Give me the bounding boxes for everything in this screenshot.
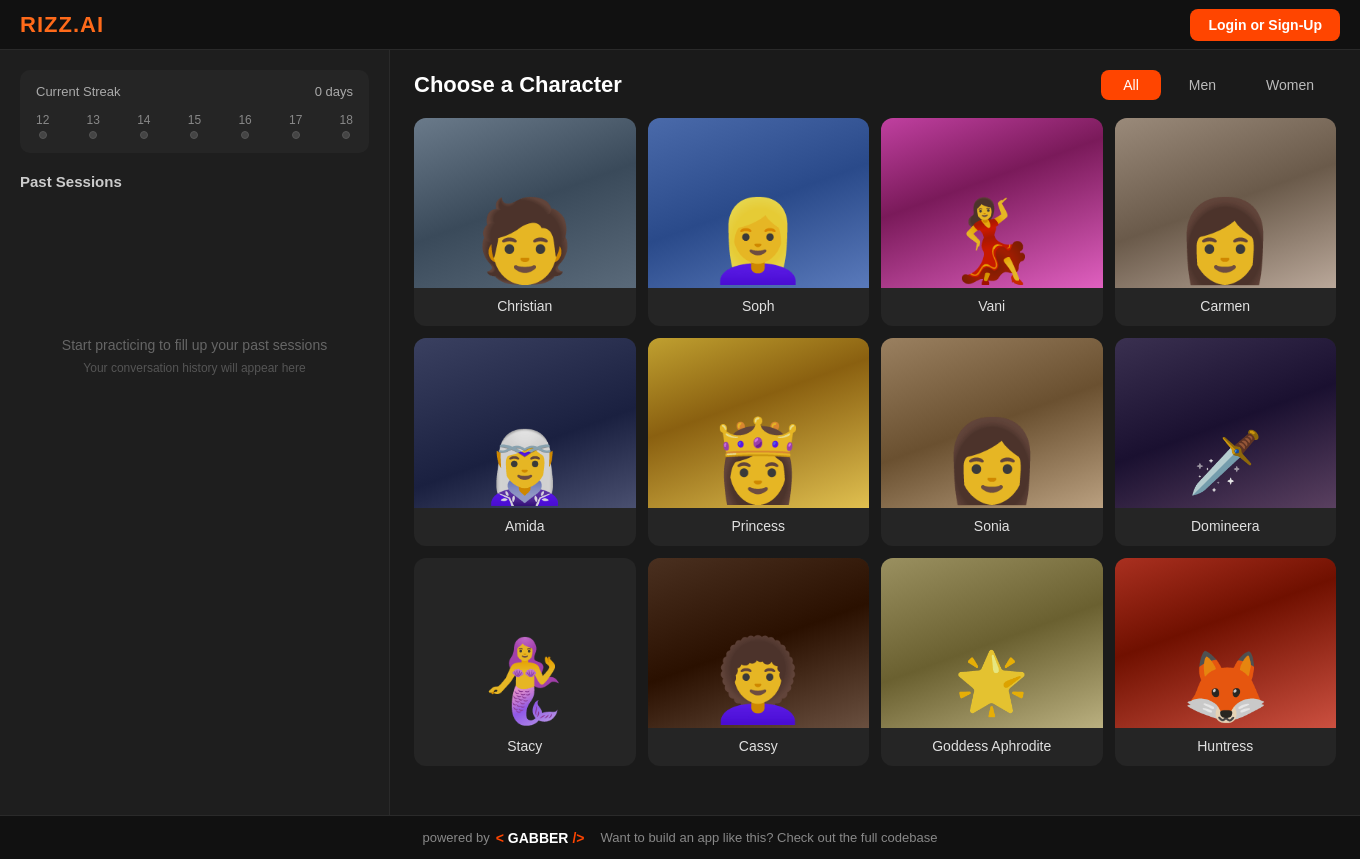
streak-dot [292, 131, 300, 139]
streak-day-number: 12 [36, 113, 49, 127]
character-card-amida[interactable]: 🧝‍♀️ Amida [414, 338, 636, 546]
streak-day: 12 [36, 113, 49, 139]
character-name-soph: Soph [648, 288, 870, 326]
character-name-sonia: Sonia [881, 508, 1103, 546]
streak-dot [342, 131, 350, 139]
character-name-carmen: Carmen [1115, 288, 1337, 326]
past-sessions-empty: Start practicing to fill up your past se… [20, 206, 369, 506]
main-layout: Current Streak 0 days 12 13 14 15 16 17 … [0, 50, 1360, 815]
past-sessions-empty-main: Start practicing to fill up your past se… [62, 337, 327, 353]
page-title: Choose a Character [414, 72, 622, 98]
filter-tab-men[interactable]: Men [1167, 70, 1238, 100]
character-image-domineera: 🗡️ [1115, 338, 1337, 508]
streak-dot [190, 131, 198, 139]
streak-day: 17 [289, 113, 302, 139]
streak-day-number: 13 [87, 113, 100, 127]
character-card-goddess-aphrodite[interactable]: 🌟 Goddess Aphrodite [881, 558, 1103, 766]
codebase-link[interactable]: Want to build an app like this? Check ou… [600, 830, 937, 845]
footer: powered by < GABBER /> Want to build an … [0, 815, 1360, 859]
streak-day-number: 18 [340, 113, 353, 127]
gabber-logo: < GABBER /> [496, 830, 585, 846]
streak-dot [241, 131, 249, 139]
streak-day-number: 15 [188, 113, 201, 127]
streak-day-number: 17 [289, 113, 302, 127]
streak-day-number: 16 [238, 113, 251, 127]
footer-powered: powered by < GABBER /> [423, 830, 585, 846]
character-image-sonia: 👩 [881, 338, 1103, 508]
character-name-stacy: Stacy [414, 728, 636, 766]
streak-header: Current Streak 0 days [36, 84, 353, 99]
filter-tab-all[interactable]: All [1101, 70, 1161, 100]
character-name-vani: Vani [881, 288, 1103, 326]
streak-day: 14 [137, 113, 150, 139]
character-name-christian: Christian [414, 288, 636, 326]
character-card-sonia[interactable]: 👩 Sonia [881, 338, 1103, 546]
filter-tab-women[interactable]: Women [1244, 70, 1336, 100]
character-name-amida: Amida [414, 508, 636, 546]
header: RIZZ.AI Login or Sign-Up [0, 0, 1360, 50]
streak-day: 15 [188, 113, 201, 139]
character-name-princess: Princess [648, 508, 870, 546]
character-card-princess[interactable]: 👸 Princess [648, 338, 870, 546]
streak-day: 18 [340, 113, 353, 139]
past-sessions: Past Sessions Start practicing to fill u… [20, 173, 369, 795]
streak-day: 16 [238, 113, 251, 139]
content-area: Choose a Character AllMenWomen 🧑 Christi… [390, 50, 1360, 815]
streak-days: 12 13 14 15 16 17 18 [36, 113, 353, 139]
character-image-stacy: 🧜‍♀️ [414, 558, 636, 728]
character-card-christian[interactable]: 🧑 Christian [414, 118, 636, 326]
streak-day-number: 14 [137, 113, 150, 127]
streak-label: Current Streak [36, 84, 121, 99]
character-card-soph[interactable]: 👱‍♀️ Soph [648, 118, 870, 326]
streak-dot [89, 131, 97, 139]
logo: RIZZ.AI [20, 12, 104, 38]
character-image-vani: 💃 [881, 118, 1103, 288]
character-card-cassy[interactable]: 👩‍🦱 Cassy [648, 558, 870, 766]
character-name-goddess-aphrodite: Goddess Aphrodite [881, 728, 1103, 766]
streak-value: 0 days [315, 84, 353, 99]
character-image-soph: 👱‍♀️ [648, 118, 870, 288]
character-card-vani[interactable]: 💃 Vani [881, 118, 1103, 326]
character-name-domineera: Domineera [1115, 508, 1337, 546]
character-name-huntress: Huntress [1115, 728, 1337, 766]
character-image-goddess-aphrodite: 🌟 [881, 558, 1103, 728]
streak-day: 13 [87, 113, 100, 139]
character-image-carmen: 👩 [1115, 118, 1337, 288]
sidebar: Current Streak 0 days 12 13 14 15 16 17 … [0, 50, 390, 815]
streak-box: Current Streak 0 days 12 13 14 15 16 17 … [20, 70, 369, 153]
character-card-huntress[interactable]: 🦊 Huntress [1115, 558, 1337, 766]
character-name-cassy: Cassy [648, 728, 870, 766]
content-header: Choose a Character AllMenWomen [414, 70, 1336, 100]
character-image-huntress: 🦊 [1115, 558, 1337, 728]
streak-dot [39, 131, 47, 139]
past-sessions-empty-sub: Your conversation history will appear he… [83, 361, 305, 375]
filter-tabs: AllMenWomen [1101, 70, 1336, 100]
characters-grid: 🧑 Christian 👱‍♀️ Soph 💃 Vani 👩 Carmen 🧝‍… [414, 118, 1336, 766]
login-button[interactable]: Login or Sign-Up [1190, 9, 1340, 41]
streak-dot [140, 131, 148, 139]
character-image-amida: 🧝‍♀️ [414, 338, 636, 508]
character-card-domineera[interactable]: 🗡️ Domineera [1115, 338, 1337, 546]
powered-by-text: powered by [423, 830, 490, 845]
character-card-carmen[interactable]: 👩 Carmen [1115, 118, 1337, 326]
character-image-christian: 🧑 [414, 118, 636, 288]
character-image-princess: 👸 [648, 338, 870, 508]
character-image-cassy: 👩‍🦱 [648, 558, 870, 728]
past-sessions-title: Past Sessions [20, 173, 369, 190]
character-card-stacy[interactable]: 🧜‍♀️ Stacy [414, 558, 636, 766]
